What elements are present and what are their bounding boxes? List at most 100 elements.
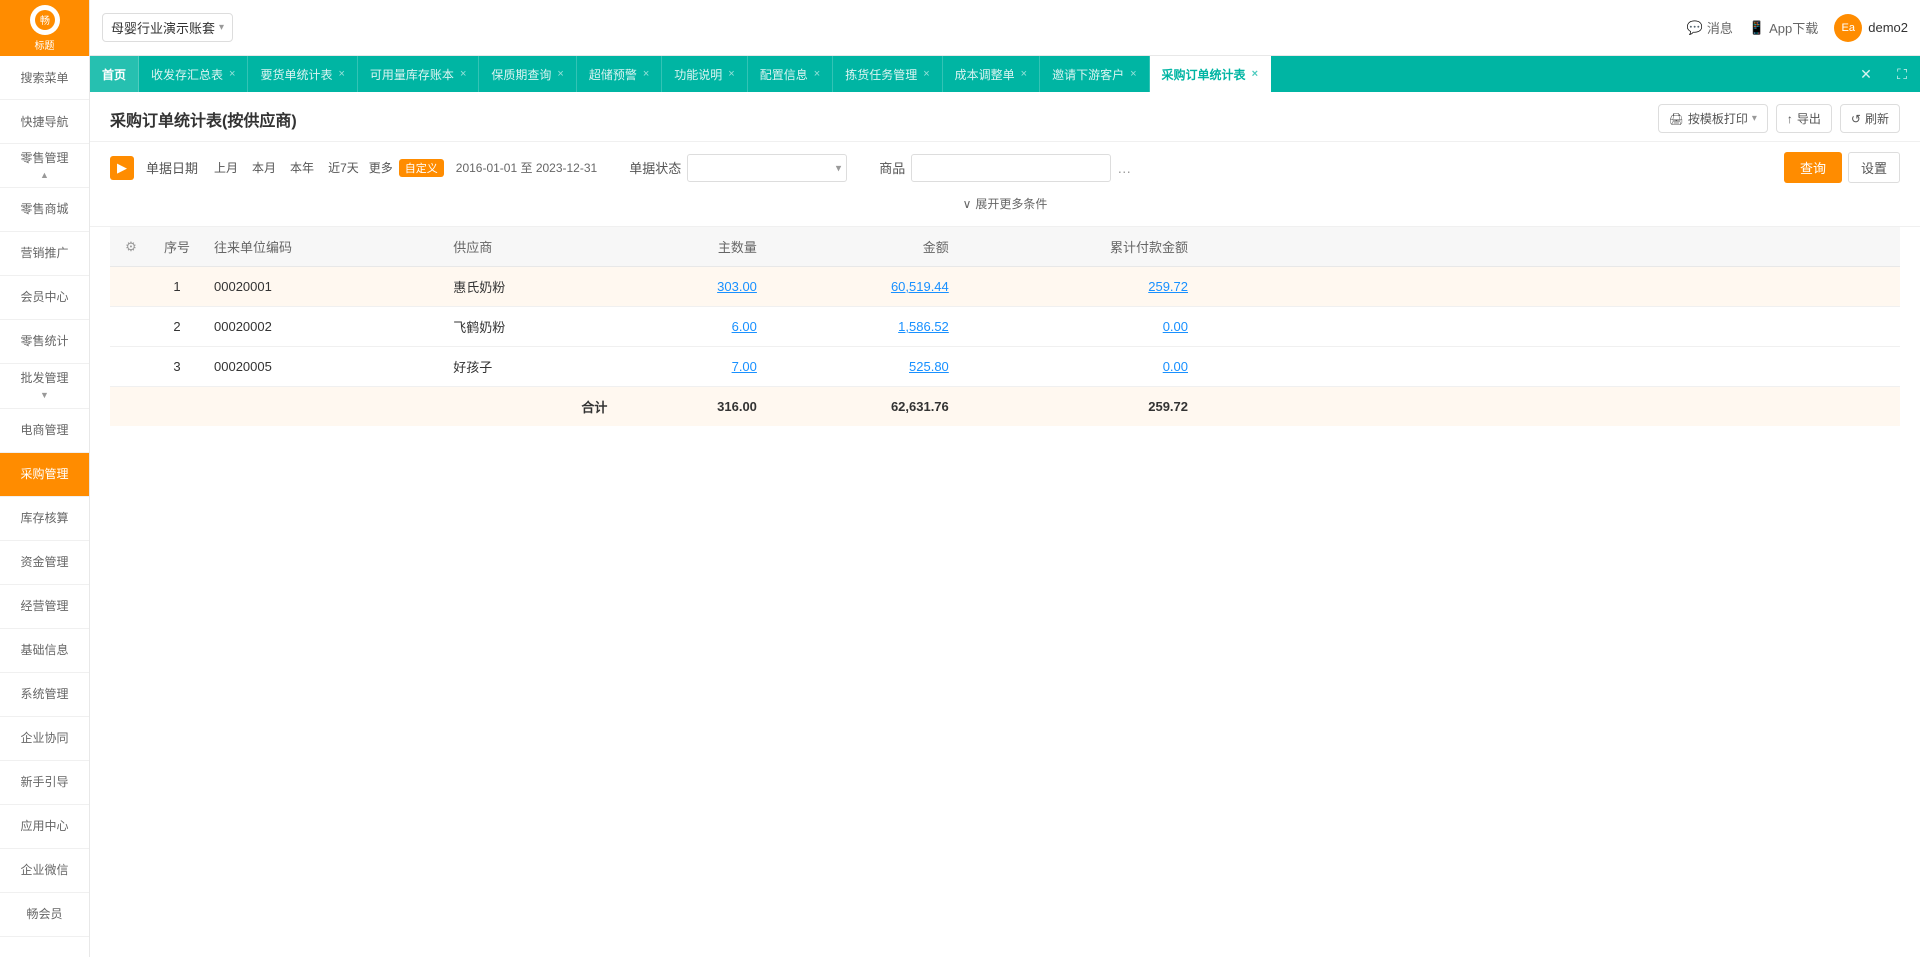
sidebar-item-retail[interactable]: 零售管理 ▲	[0, 144, 90, 188]
column-settings-icon[interactable]: ⚙	[122, 238, 140, 256]
tab-close-icon[interactable]: ×	[728, 68, 734, 80]
row-paid-amount[interactable]: 259.72	[961, 267, 1200, 307]
sidebar-logo[interactable]: 畅 标题	[0, 0, 90, 56]
message-button[interactable]: 💬 消息	[1687, 18, 1733, 37]
col-settings: ⚙	[110, 227, 152, 267]
row-amount[interactable]: 1,586.52	[769, 307, 961, 347]
tab-keyong[interactable]: 可用量库存账本 ×	[358, 56, 479, 92]
row-supplier-name: 好孩子	[441, 347, 619, 387]
sidebar-item-wholesale[interactable]: 批发管理 ▼	[0, 364, 90, 408]
tab-close-icon[interactable]: ×	[338, 68, 344, 80]
tab-peizhi[interactable]: 配置信息 ×	[748, 56, 833, 92]
date-opt-this-month[interactable]: 本月	[248, 157, 280, 178]
date-custom-badge[interactable]: 自定义	[399, 159, 444, 177]
expand-more-label: 展开更多条件	[975, 195, 1047, 212]
tab-caigou[interactable]: 采购订单统计表 ×	[1150, 56, 1271, 92]
tab-shoufa[interactable]: 收发存汇总表 ×	[139, 56, 248, 92]
sidebar-item-search[interactable]: 搜索菜单	[0, 56, 90, 100]
company-selector[interactable]: 母婴行业演示账套 ▾	[102, 13, 233, 42]
tab-close-icon[interactable]: ×	[814, 68, 820, 80]
tab-gongneng[interactable]: 功能说明 ×	[662, 56, 747, 92]
row-amount[interactable]: 525.80	[769, 347, 961, 387]
row-extra	[1200, 347, 1900, 387]
row-paid-amount[interactable]: 0.00	[961, 347, 1200, 387]
status-select[interactable]	[687, 154, 847, 182]
footer-no-cell	[152, 387, 202, 427]
tab-chengben[interactable]: 成本调整单 ×	[943, 56, 1040, 92]
expand-more-button[interactable]: ∨ 展开更多条件	[110, 191, 1900, 216]
tab-close-icon[interactable]: ×	[1130, 68, 1136, 80]
status-filter-group: 单据状态	[629, 154, 847, 182]
sidebar-item-finance[interactable]: 资金管理	[0, 541, 90, 585]
sidebar-item-vip[interactable]: 畅会员	[0, 893, 90, 937]
row-amount[interactable]: 60,519.44	[769, 267, 961, 307]
sidebar-item-inventory[interactable]: 库存核算	[0, 497, 90, 541]
sidebar-item-newguide[interactable]: 新手引导	[0, 761, 90, 805]
row-quantity[interactable]: 7.00	[619, 347, 769, 387]
close-tab-button[interactable]: ✕	[1848, 56, 1884, 92]
footer-amount-cell: 62,631.76	[769, 387, 961, 427]
date-opt-this-year[interactable]: 本年	[286, 157, 318, 178]
print-dropdown-icon: ▾	[1752, 113, 1757, 124]
sidebar-item-ecommerce[interactable]: 电商管理	[0, 409, 90, 453]
tab-baozhi[interactable]: 保质期查询 ×	[479, 56, 576, 92]
tab-home[interactable]: 首页	[90, 56, 139, 92]
tab-close-icon[interactable]: ×	[1021, 68, 1027, 80]
query-button[interactable]: 查询	[1784, 152, 1842, 183]
tab-close-icon[interactable]: ×	[923, 68, 929, 80]
footer-settings-cell	[110, 387, 152, 427]
sidebar-item-retail-store[interactable]: 零售商城	[0, 188, 90, 232]
sidebar-item-marketing[interactable]: 营销推广	[0, 232, 90, 276]
tab-yaohuo[interactable]: 要货单统计表 ×	[248, 56, 357, 92]
refresh-button[interactable]: ↺ 刷新	[1840, 104, 1900, 133]
tab-shoufa-label: 收发存汇总表	[151, 66, 223, 83]
sidebar-item-member[interactable]: 会员中心	[0, 276, 90, 320]
tab-keyong-label: 可用量库存账本	[370, 66, 454, 83]
maximize-button[interactable]: ⛶	[1884, 56, 1920, 92]
sidebar-item-purchase[interactable]: 采购管理	[0, 453, 90, 497]
page-actions: 🖨 按模板打印 ▾ ↑ 导出 ↺ 刷新	[1658, 104, 1900, 133]
filter-row-1: ▶ 单据日期 上月 本月 本年 近7天 更多 自定义 2016-01-01 至 …	[110, 152, 1900, 183]
company-dropdown-icon: ▾	[219, 22, 224, 33]
sidebar-item-quicknav[interactable]: 快捷导航	[0, 100, 90, 144]
settings-button[interactable]: 设置	[1848, 152, 1900, 183]
footer-label-cell	[202, 387, 441, 427]
user-profile[interactable]: Ea demo2	[1834, 14, 1908, 42]
date-opt-last-month[interactable]: 上月	[210, 157, 242, 178]
sidebar-item-enterprise[interactable]: 企业协同	[0, 717, 90, 761]
sidebar-item-retail-stats[interactable]: 零售统计	[0, 320, 90, 364]
topbar: 母婴行业演示账套 ▾ 💬 消息 📱 App下载 Ea demo2	[90, 0, 1920, 56]
sidebar-item-system[interactable]: 系统管理	[0, 673, 90, 717]
row-quantity[interactable]: 303.00	[619, 267, 769, 307]
refresh-icon: ↺	[1851, 112, 1861, 126]
tab-yaoqing[interactable]: 邀请下游客户 ×	[1040, 56, 1149, 92]
message-icon: 💬	[1687, 20, 1703, 36]
row-quantity[interactable]: 6.00	[619, 307, 769, 347]
filter-toggle-button[interactable]: ▶	[110, 156, 134, 180]
row-no: 3	[152, 347, 202, 387]
date-opt-more[interactable]: 更多	[369, 159, 393, 176]
tab-close-icon[interactable]: ×	[460, 68, 466, 80]
tab-close-icon[interactable]: ×	[557, 68, 563, 80]
tab-close-icon[interactable]: ×	[1252, 68, 1258, 80]
row-no: 2	[152, 307, 202, 347]
tab-chaochun[interactable]: 超储预警 ×	[577, 56, 662, 92]
tab-pihuo[interactable]: 拣货任务管理 ×	[833, 56, 942, 92]
export-button[interactable]: ↑ 导出	[1776, 104, 1832, 133]
goods-input[interactable]	[911, 154, 1111, 182]
table-container: ⚙ 序号 往来单位编码 供应商 主数量 金额 累计付款金额	[90, 227, 1920, 446]
tab-right-actions: ✕ ⛶	[1848, 56, 1920, 92]
more-options-icon[interactable]: …	[1117, 160, 1131, 176]
sidebar-item-basic[interactable]: 基础信息	[0, 629, 90, 673]
row-paid-amount[interactable]: 0.00	[961, 307, 1200, 347]
row-supplier-code: 00020001	[202, 267, 441, 307]
sidebar-item-operations[interactable]: 经营管理	[0, 585, 90, 629]
date-opt-7days[interactable]: 近7天	[324, 157, 363, 178]
tab-close-icon[interactable]: ×	[643, 68, 649, 80]
tab-close-icon[interactable]: ×	[229, 68, 235, 80]
sidebar-item-wechat[interactable]: 企业微信	[0, 849, 90, 893]
app-download-button[interactable]: 📱 App下载	[1749, 18, 1818, 37]
print-button[interactable]: 🖨 按模板打印 ▾	[1658, 104, 1768, 133]
sidebar-item-appcenter[interactable]: 应用中心	[0, 805, 90, 849]
tab-baozhi-label: 保质期查询	[491, 66, 551, 83]
